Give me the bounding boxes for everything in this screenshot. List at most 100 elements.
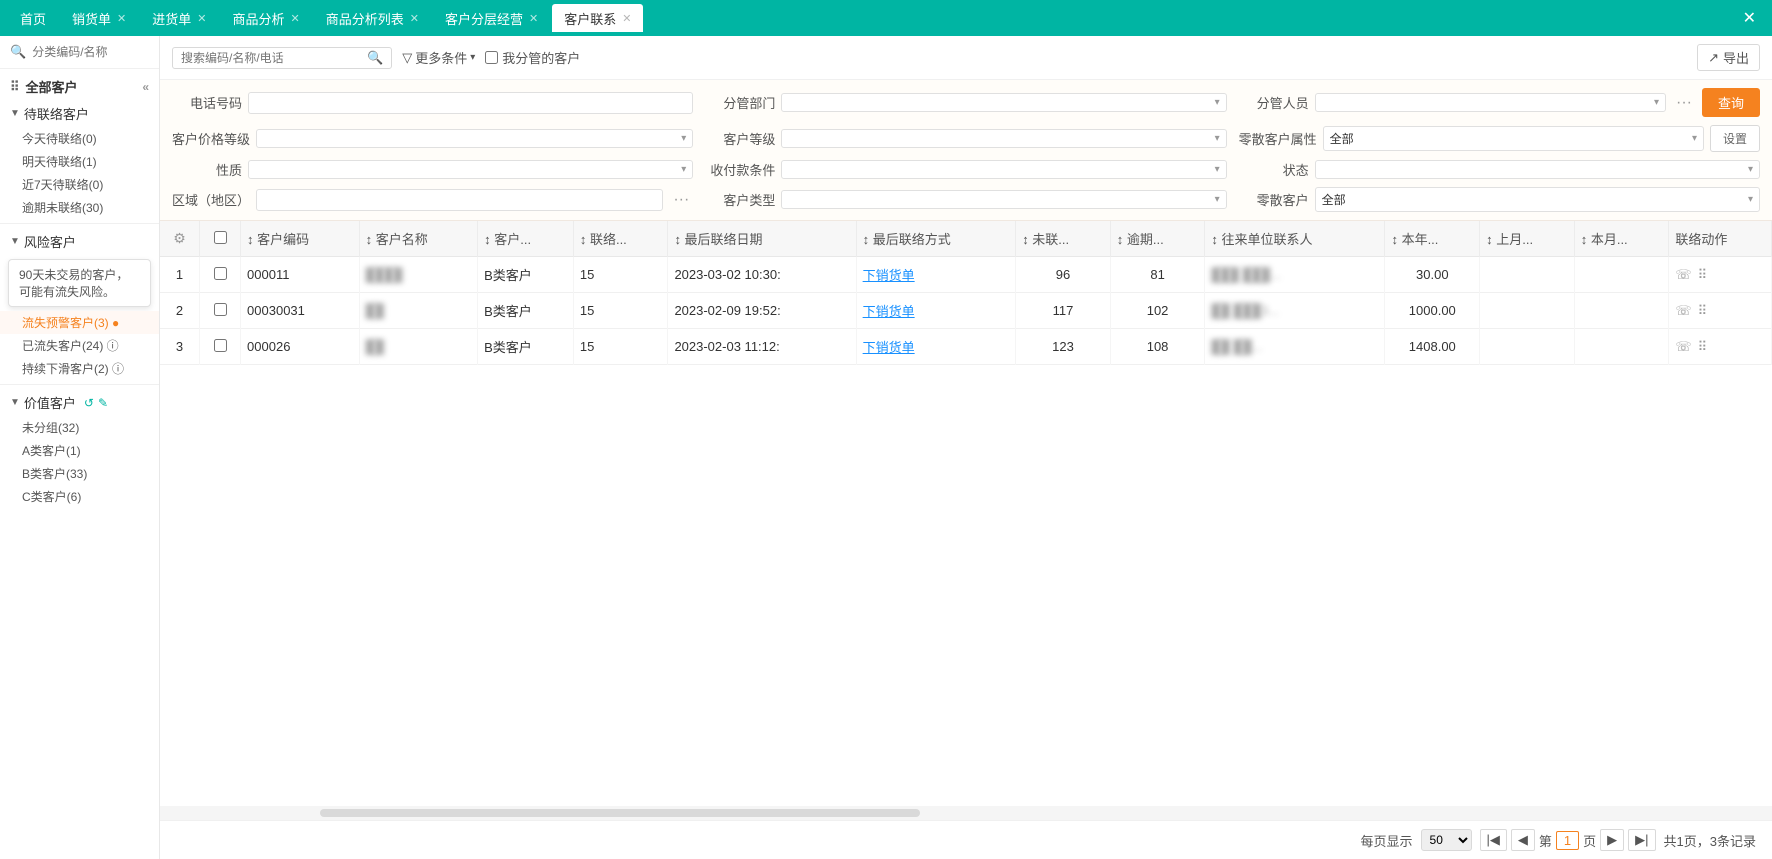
adv-select-status[interactable]: ▾ bbox=[1315, 160, 1760, 179]
sidebar-item-class-b[interactable]: B类客户(33) bbox=[0, 462, 159, 485]
adv-more-manager[interactable]: ··· bbox=[1672, 94, 1696, 112]
tab-customer-contact[interactable]: 客户联系 ✕ bbox=[552, 4, 643, 32]
per-page-select[interactable]: 50 100 200 bbox=[1421, 829, 1472, 851]
page-number: 1 bbox=[1556, 831, 1579, 850]
cell-overdue: 81 bbox=[1110, 257, 1205, 293]
action-more-icon[interactable]: ⠿ bbox=[1698, 339, 1708, 355]
table-footer: 每页显示 50 100 200 |◀ ◀ 第 1 页 ▶ ▶| 共1页，3条记录 bbox=[160, 820, 1772, 859]
tab-analysis-close[interactable]: ✕ bbox=[291, 12, 300, 25]
adv-label-region: 区域（地区） bbox=[172, 190, 250, 209]
sidebar-search-bar: 🔍 bbox=[0, 36, 159, 69]
th-overdue: ↕ 逾期... bbox=[1110, 221, 1205, 257]
cell-type: B类客户 bbox=[478, 329, 574, 365]
sidebar-collapse-icon[interactable]: « bbox=[142, 80, 149, 94]
sidebar-item-7days[interactable]: 近7天待联络(0) bbox=[0, 173, 159, 196]
adv-label-price-grade: 客户价格等级 bbox=[172, 129, 250, 148]
tab-sales[interactable]: 销货单 ✕ bbox=[60, 4, 138, 32]
sidebar-item-overdue[interactable]: 逾期未联络(30) bbox=[0, 196, 159, 219]
page-first-btn[interactable]: |◀ bbox=[1480, 829, 1507, 851]
action-phone-icon[interactable]: ☏ bbox=[1675, 303, 1691, 319]
cell-code: 000026 bbox=[241, 329, 360, 365]
adv-select-manager[interactable]: ▾ bbox=[1315, 93, 1666, 112]
tab-purchase-close[interactable]: ✕ bbox=[197, 12, 206, 25]
tab-customer-tier[interactable]: 客户分层经营 ✕ bbox=[433, 4, 550, 32]
cell-contact-person: ██ ███3... bbox=[1205, 293, 1385, 329]
sidebar-item-tomorrow[interactable]: 明天待联络(1) bbox=[0, 150, 159, 173]
filter-more-btn[interactable]: ▽ 更多条件 ▾ bbox=[402, 48, 475, 67]
arrow-down-icon: ▼ bbox=[10, 108, 20, 119]
row-checkbox[interactable] bbox=[214, 303, 227, 316]
adv-input-region[interactable] bbox=[256, 189, 663, 211]
action-more-icon[interactable]: ⠿ bbox=[1698, 267, 1708, 283]
last-method-link[interactable]: 下销货单 bbox=[863, 268, 915, 283]
tab-analysis-list-label: 商品分析列表 bbox=[326, 9, 404, 28]
sidebar-item-today[interactable]: 今天待联络(0) bbox=[0, 127, 159, 150]
export-label: 导出 bbox=[1723, 48, 1749, 67]
tab-customer-contact-label: 客户联系 bbox=[564, 9, 616, 28]
sidebar-group-value[interactable]: ▼ 价值客户 ↺ ✎ bbox=[0, 389, 159, 416]
adv-select-customer-type[interactable]: ▾ bbox=[781, 190, 1226, 209]
export-button[interactable]: ↗ 导出 bbox=[1697, 44, 1760, 71]
sidebar-group-pending[interactable]: ▼ 待联络客户 bbox=[0, 100, 159, 127]
sidebar-item-churn-warning[interactable]: 流失预警客户(3) ● bbox=[0, 311, 159, 334]
adv-input-phone[interactable] bbox=[248, 92, 693, 114]
sidebar-item-churned[interactable]: 已流失客户(24) ⓘ bbox=[0, 334, 159, 357]
tab-home[interactable]: 首页 bbox=[8, 4, 58, 32]
total-label: 共1页，3条记录 bbox=[1664, 831, 1756, 850]
filter-search-input[interactable] bbox=[181, 51, 361, 65]
window-close-button[interactable]: ✕ bbox=[1735, 8, 1764, 28]
content-area: 🔍 ▽ 更多条件 ▾ 我分管的客户 ↗ 导出 电话号码 bbox=[160, 36, 1772, 859]
tab-analysis-list-close[interactable]: ✕ bbox=[410, 12, 419, 25]
cell-action: ☏ ⠿ bbox=[1669, 293, 1772, 329]
row-checkbox[interactable] bbox=[214, 267, 227, 280]
sidebar-group-risk[interactable]: ▼ 风险客户 bbox=[0, 228, 159, 255]
adv-select-scatter-attr[interactable]: 全部 ▾ bbox=[1323, 126, 1704, 151]
adv-select-dept[interactable]: ▾ bbox=[781, 93, 1226, 112]
th-last-method: ↕ 最后联络方式 bbox=[856, 221, 1016, 257]
setting-button[interactable]: 设置 bbox=[1710, 125, 1760, 152]
sidebar-item-declining[interactable]: 持续下滑客户(2) ⓘ bbox=[0, 357, 159, 380]
th-contact: ↕ 联络... bbox=[573, 221, 668, 257]
tab-sales-close[interactable]: ✕ bbox=[117, 12, 126, 25]
action-phone-icon[interactable]: ☏ bbox=[1675, 339, 1691, 355]
tab-analysis-list[interactable]: 商品分析列表 ✕ bbox=[314, 4, 431, 32]
filter-search-box: 🔍 bbox=[172, 47, 392, 69]
tab-customer-contact-close[interactable]: ✕ bbox=[622, 12, 631, 25]
cell-action: ☏ ⠿ bbox=[1669, 329, 1772, 365]
th-settings[interactable]: ⚙ bbox=[160, 221, 200, 257]
sidebar-item-class-a[interactable]: A类客户(1) bbox=[0, 439, 159, 462]
adv-select-customer-grade[interactable]: ▾ bbox=[781, 129, 1226, 148]
sidebar-item-ungroup[interactable]: 未分组(32) bbox=[0, 416, 159, 439]
refresh-icon[interactable]: ↺ bbox=[84, 396, 94, 410]
th-contact-person: ↕ 往来单位联系人 bbox=[1205, 221, 1385, 257]
tab-customer-tier-close[interactable]: ✕ bbox=[529, 12, 538, 25]
adv-more-region[interactable]: ··· bbox=[669, 191, 693, 209]
row-checkbox[interactable] bbox=[214, 339, 227, 352]
tab-purchase[interactable]: 进货单 ✕ bbox=[140, 4, 218, 32]
query-button[interactable]: 查询 bbox=[1702, 88, 1760, 117]
tab-analysis[interactable]: 商品分析 ✕ bbox=[220, 4, 311, 32]
edit-icon[interactable]: ✎ bbox=[98, 396, 108, 410]
adv-select-price-grade[interactable]: ▾ bbox=[256, 129, 693, 148]
adv-select-scatter[interactable]: 全部 ▾ bbox=[1315, 187, 1760, 212]
adv-select-payment[interactable]: ▾ bbox=[781, 160, 1226, 179]
sidebar-item-class-c[interactable]: C类客户(6) bbox=[0, 485, 159, 508]
sidebar-search-input[interactable] bbox=[32, 45, 160, 59]
sidebar-root[interactable]: ⠿ 全部客户 « bbox=[0, 69, 159, 100]
action-phone-icon[interactable]: ☏ bbox=[1675, 267, 1691, 283]
cell-checkbox bbox=[200, 329, 241, 365]
page-next-btn[interactable]: ▶ bbox=[1600, 829, 1624, 851]
select-all-checkbox[interactable] bbox=[214, 231, 227, 244]
last-method-link[interactable]: 下销货单 bbox=[863, 340, 915, 355]
last-method-link[interactable]: 下销货单 bbox=[863, 304, 915, 319]
chevron-down-status: ▾ bbox=[1748, 164, 1753, 175]
page-last-btn[interactable]: ▶| bbox=[1628, 829, 1655, 851]
adv-select-nature[interactable]: ▾ bbox=[248, 160, 693, 179]
chevron-down-payment: ▾ bbox=[1215, 164, 1220, 175]
cell-last-month bbox=[1480, 257, 1575, 293]
cell-last-method: 下销货单 bbox=[856, 293, 1016, 329]
my-customer-checkbox[interactable] bbox=[485, 51, 498, 64]
action-more-icon[interactable]: ⠿ bbox=[1698, 303, 1708, 319]
page-prev-btn[interactable]: ◀ bbox=[1511, 829, 1535, 851]
export-icon: ↗ bbox=[1708, 50, 1719, 66]
